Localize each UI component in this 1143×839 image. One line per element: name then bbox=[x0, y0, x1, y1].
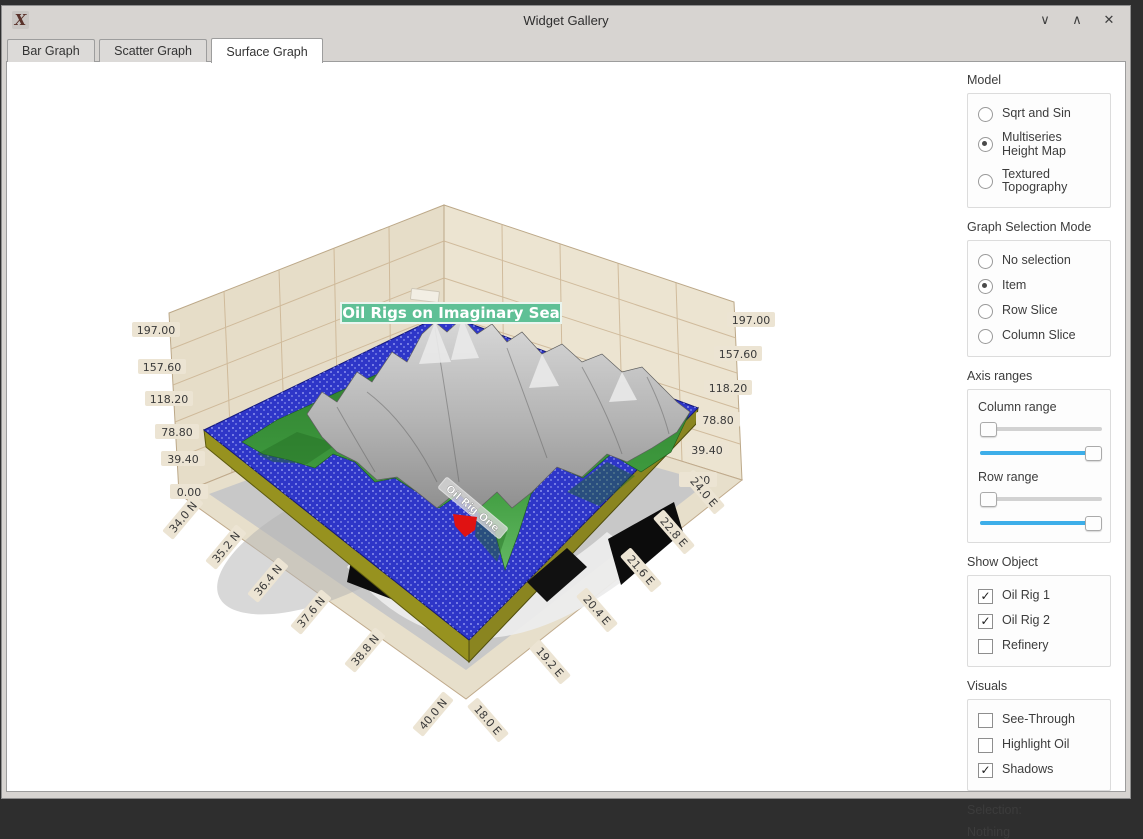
lon-tick-label: 18.0 E bbox=[471, 703, 504, 738]
y-tick-label: 39.40 bbox=[691, 444, 723, 457]
radio-icon[interactable] bbox=[978, 329, 993, 344]
radio-column-slice[interactable]: Column Slice bbox=[978, 328, 1104, 344]
y-tick-label: 157.60 bbox=[143, 361, 182, 374]
radio-multiseries-height-map[interactable]: Multiseries Height Map bbox=[978, 131, 1104, 159]
show-object-section-title: Show Object bbox=[967, 555, 1111, 569]
y-tick-label: 197.00 bbox=[137, 324, 176, 337]
checkbox-see-through[interactable]: See-Through bbox=[978, 712, 1104, 728]
lon-tick-label: 19.2 E bbox=[533, 645, 566, 680]
y-tick-label: 0.00 bbox=[177, 486, 202, 499]
slider-fill bbox=[980, 451, 1098, 455]
surface-chart-svg: Oil Rigs on Imaginary Sea Oil Rig One 19… bbox=[7, 62, 959, 791]
row-range-max-slider[interactable] bbox=[980, 516, 1102, 530]
radio-selected-icon[interactable] bbox=[978, 137, 993, 152]
checkbox-checked-icon[interactable]: ✓ bbox=[978, 614, 993, 629]
selection-mode-groupbox: No selection Item Row Slice Column Slice bbox=[967, 240, 1111, 357]
app-window: X Widget Gallery ∨ ∧ ✕ Bar Graph Scatter… bbox=[1, 5, 1131, 799]
close-icon[interactable]: ✕ bbox=[1100, 11, 1118, 29]
checkbox-shadows[interactable]: ✓ Shadows bbox=[978, 762, 1104, 778]
row-range-label: Row range bbox=[978, 470, 1104, 484]
surface-chart-canvas[interactable]: Oil Rigs on Imaginary Sea Oil Rig One 19… bbox=[7, 62, 959, 791]
checkbox-icon[interactable] bbox=[978, 738, 993, 753]
maximize-icon[interactable]: ∧ bbox=[1068, 11, 1086, 29]
selection-status-label: Selection: bbox=[967, 803, 1111, 817]
tab-scatter-graph[interactable]: Scatter Graph bbox=[99, 39, 207, 62]
radio-icon[interactable] bbox=[978, 304, 993, 319]
radio-no-selection[interactable]: No selection bbox=[978, 253, 1104, 269]
column-range-min-slider[interactable] bbox=[980, 422, 1102, 436]
radio-icon[interactable] bbox=[978, 174, 993, 189]
tab-bar: Bar Graph Scatter Graph Surface Graph bbox=[2, 34, 1130, 61]
radio-item[interactable]: Item bbox=[978, 278, 1104, 294]
checkbox-oil-rig-1[interactable]: ✓ Oil Rig 1 bbox=[978, 588, 1104, 604]
selection-mode-section-title: Graph Selection Mode bbox=[967, 220, 1111, 234]
control-panel: Model Sqrt and Sin Multiseries Height Ma… bbox=[959, 62, 1125, 791]
lat-tick-label: 34.0 N bbox=[167, 499, 200, 535]
axis-ranges-groupbox: Column range Row range bbox=[967, 389, 1111, 543]
y-tick-label: 197.00 bbox=[732, 314, 771, 327]
radio-sqrt-and-sin[interactable]: Sqrt and Sin bbox=[978, 106, 1104, 122]
visuals-groupbox: See-Through Highlight Oil ✓ Shadows bbox=[967, 699, 1111, 791]
radio-row-slice[interactable]: Row Slice bbox=[978, 303, 1104, 319]
column-range-label: Column range bbox=[978, 400, 1104, 414]
checkbox-icon[interactable] bbox=[978, 713, 993, 728]
lat-tick-label: 40.0 N bbox=[417, 696, 450, 732]
y-tick-label: 78.80 bbox=[161, 426, 193, 439]
radio-selected-icon[interactable] bbox=[978, 279, 993, 294]
lat-tick-label: 38.8 N bbox=[349, 632, 382, 668]
checkbox-checked-icon[interactable]: ✓ bbox=[978, 763, 993, 778]
show-object-groupbox: ✓ Oil Rig 1 ✓ Oil Rig 2 Refinery bbox=[967, 575, 1111, 667]
visuals-section-title: Visuals bbox=[967, 679, 1111, 693]
tab-bar-graph[interactable]: Bar Graph bbox=[7, 39, 95, 62]
y-tick-label: 39.40 bbox=[167, 453, 199, 466]
tab-content-pane: Oil Rigs on Imaginary Sea Oil Rig One 19… bbox=[6, 61, 1126, 792]
tab-surface-graph[interactable]: Surface Graph bbox=[211, 38, 322, 63]
model-section-title: Model bbox=[967, 73, 1111, 87]
selection-status: Selection: Nothing bbox=[967, 803, 1111, 839]
checkbox-highlight-oil[interactable]: Highlight Oil bbox=[978, 737, 1104, 753]
y-tick-label: 78.80 bbox=[702, 414, 734, 427]
column-range-max-slider[interactable] bbox=[980, 446, 1102, 460]
y-tick-label: 157.60 bbox=[719, 348, 758, 361]
model-groupbox: Sqrt and Sin Multiseries Height Map Text… bbox=[967, 93, 1111, 208]
window-controls: ∨ ∧ ✕ bbox=[1036, 6, 1118, 34]
checkbox-oil-rig-2[interactable]: ✓ Oil Rig 2 bbox=[978, 613, 1104, 629]
slider-handle[interactable] bbox=[980, 492, 997, 507]
checkbox-checked-icon[interactable]: ✓ bbox=[978, 589, 993, 604]
slider-track[interactable] bbox=[980, 497, 1102, 501]
app-icon: X bbox=[12, 11, 29, 29]
titlebar[interactable]: X Widget Gallery ∨ ∧ ✕ bbox=[2, 6, 1130, 34]
minimize-icon[interactable]: ∨ bbox=[1036, 11, 1054, 29]
axis-ranges-section-title: Axis ranges bbox=[967, 369, 1111, 383]
radio-icon[interactable] bbox=[978, 254, 993, 269]
slider-handle[interactable] bbox=[1085, 516, 1102, 531]
selection-status-value: Nothing bbox=[967, 825, 1111, 839]
slider-handle[interactable] bbox=[1085, 446, 1102, 461]
graph-title: Oil Rigs on Imaginary Sea bbox=[341, 303, 561, 323]
window-title: Widget Gallery bbox=[2, 13, 1130, 28]
slider-handle[interactable] bbox=[980, 422, 997, 437]
row-range-min-slider[interactable] bbox=[980, 492, 1102, 506]
slider-track[interactable] bbox=[980, 427, 1102, 431]
radio-icon[interactable] bbox=[978, 107, 993, 122]
slider-fill bbox=[980, 521, 1098, 525]
checkbox-icon[interactable] bbox=[978, 639, 993, 654]
y-tick-label: 118.20 bbox=[709, 382, 748, 395]
graph-title-text: Oil Rigs on Imaginary Sea bbox=[342, 304, 560, 322]
y-tick-label: 118.20 bbox=[150, 393, 189, 406]
checkbox-refinery[interactable]: Refinery bbox=[978, 638, 1104, 654]
radio-textured-topography[interactable]: Textured Topography bbox=[978, 168, 1104, 196]
